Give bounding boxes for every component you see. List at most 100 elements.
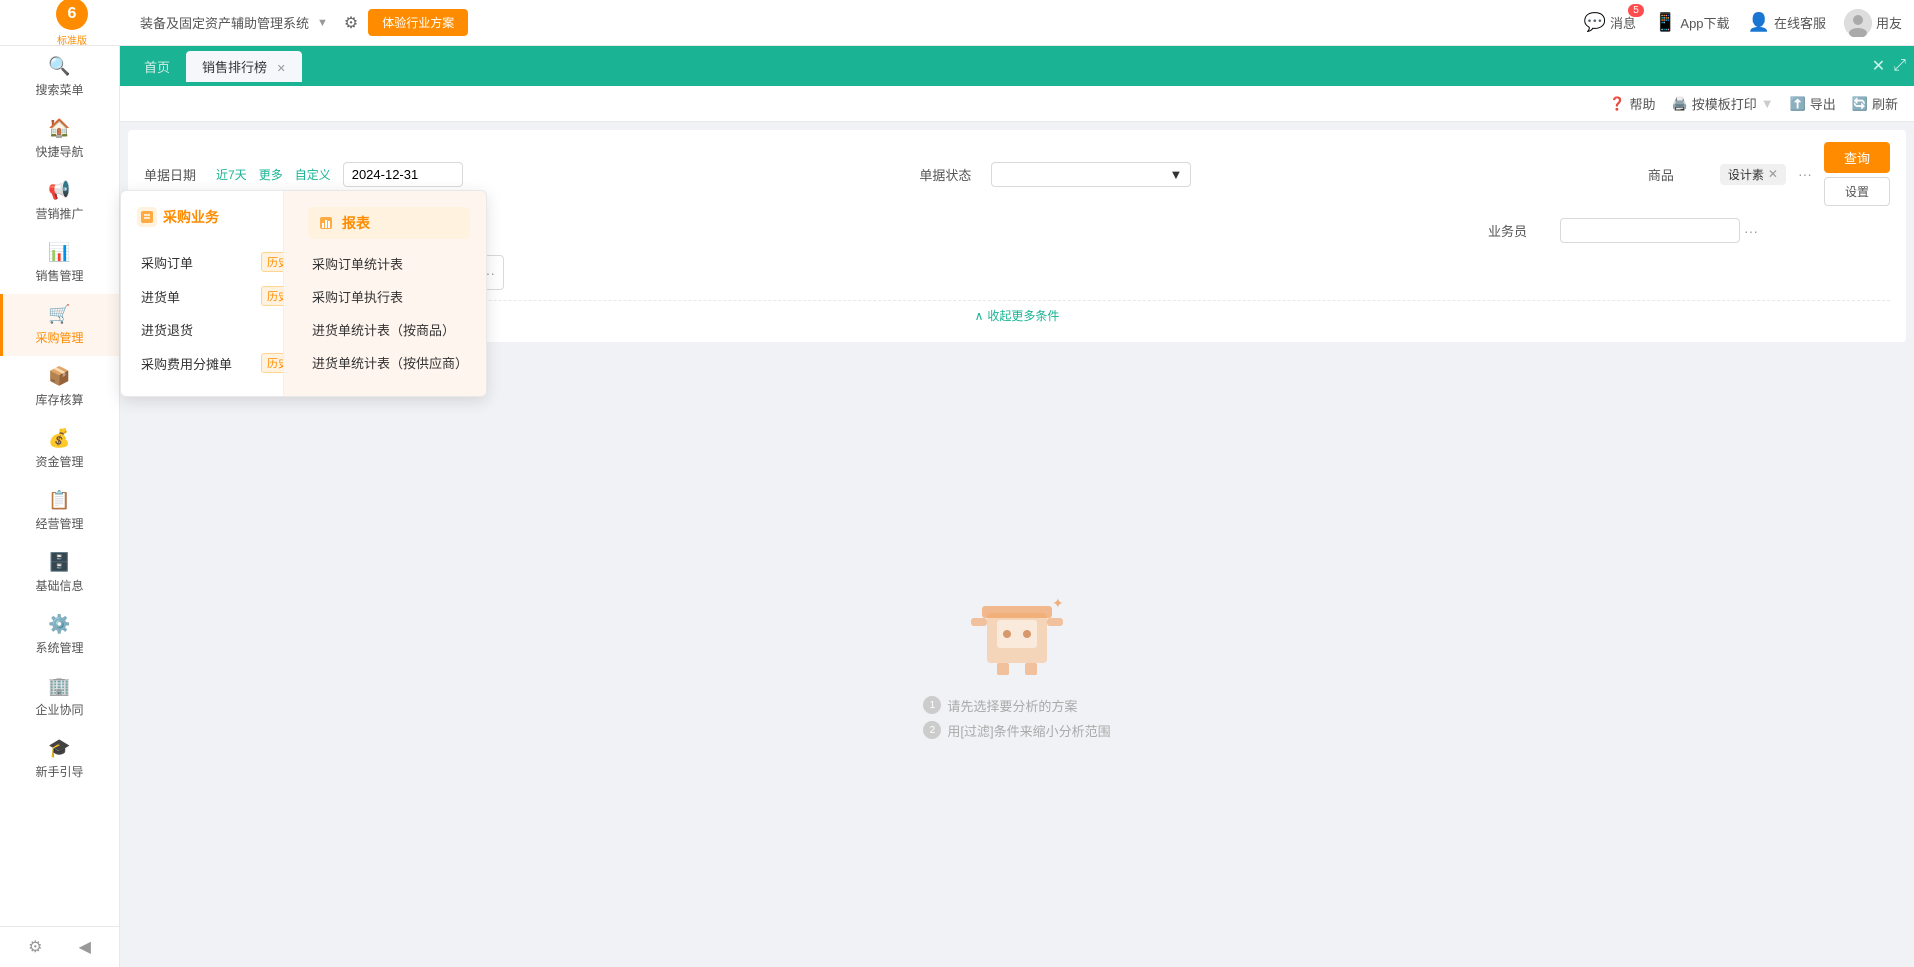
help-icon: ❓: [1609, 96, 1625, 112]
status-select[interactable]: ▼: [991, 162, 1191, 187]
tab-close-btn[interactable]: ✕: [277, 63, 286, 75]
dropdown-purchase-order-stat[interactable]: 采购订单统计表: [308, 247, 470, 280]
purchase-icon: 🛒: [48, 304, 70, 325]
dropdown-inbound-stat-goods[interactable]: 进货单统计表（按商品）: [308, 313, 470, 346]
finance-icon: 💰: [48, 428, 70, 449]
top-header: 6 标准版 装备及固定资产辅助管理系统 ▼ ⚙ 体验行业方案 💬 消息 5 📱 …: [0, 0, 1914, 46]
dropdown-inbound[interactable]: 进货单 历史: [137, 279, 299, 313]
sidebar-item-basic[interactable]: 🗄️ 基础信息: [0, 542, 119, 604]
salesperson-ellipsis-btn[interactable]: ···: [1744, 223, 1758, 239]
newbie-icon: 🎓: [48, 738, 70, 759]
sidebar-label-operations: 经营管理: [35, 515, 83, 532]
help-btn[interactable]: ❓ 帮助: [1609, 94, 1655, 113]
preset-7days[interactable]: 近7天: [216, 166, 247, 183]
sidebar-label-newbie: 新手引导: [35, 763, 83, 780]
goods-ellipsis-btn[interactable]: ···: [1798, 166, 1812, 182]
sidebar-item-system[interactable]: ⚙️ 系统管理: [0, 604, 119, 666]
enterprise-icon: 🏢: [48, 676, 70, 697]
sidebar-label-search: 搜索菜单: [35, 81, 83, 98]
print-dropdown-icon[interactable]: ▼: [1761, 96, 1774, 111]
sidebar: 🔍 搜索菜单 🏠 快捷导航 📢 营销推广 📊 销售管理 🛒 采购管理 📦 库存核…: [0, 46, 120, 967]
export-btn[interactable]: ⬆️ 导出: [1790, 94, 1836, 113]
message-btn[interactable]: 💬 消息 5: [1584, 12, 1636, 33]
report-col-icon: [316, 213, 336, 233]
collapse-btn-label: 收起更多条件: [987, 307, 1059, 324]
preset-custom[interactable]: 自定义: [295, 166, 331, 183]
empty-text: 1 请先选择要分析的方案 2 用[过滤]条件来缩小分析范围: [923, 696, 1110, 740]
export-icon: ⬆️: [1790, 96, 1806, 112]
tab-sales-rank[interactable]: 销售排行榜 ✕: [186, 51, 302, 82]
print-label: 按模板打印: [1692, 94, 1757, 113]
sidebar-settings-btn[interactable]: ⚙: [28, 937, 42, 957]
system-icon: ⚙️: [48, 614, 70, 635]
report-col: 报表 采购订单统计表 采购订单执行表 进货单统计表（按商品） 进货单统计表（按供…: [283, 191, 486, 396]
sidebar-item-navigation[interactable]: 🏠 快捷导航: [0, 108, 119, 170]
sidebar-item-operations[interactable]: 📋 经营管理: [0, 480, 119, 542]
sidebar-label-marketing: 营销推广: [35, 205, 83, 222]
logo-icon: 6: [56, 0, 88, 30]
header-settings-icon[interactable]: ⚙: [344, 13, 358, 33]
sidebar-item-inventory[interactable]: 📦 库存核算: [0, 356, 119, 418]
message-badge: 5: [1628, 4, 1644, 17]
system-title-area: 装备及固定资产辅助管理系统 ▼ ⚙: [140, 13, 358, 33]
tab-bar-right: ✕ ⤢: [1872, 56, 1906, 76]
online-service-btn[interactable]: 👤 在线客服: [1748, 12, 1826, 33]
refresh-btn[interactable]: 🔄 刷新: [1852, 94, 1898, 113]
empty-illustration: ✦: [957, 578, 1077, 678]
dropdown-inbound-return[interactable]: 进货退货: [137, 313, 299, 346]
date-filter-label: 单据日期: [144, 165, 204, 184]
sidebar-collapse-btn[interactable]: ◀: [79, 937, 91, 957]
refresh-label: 刷新: [1872, 94, 1898, 113]
tab-home[interactable]: 首页: [128, 51, 186, 82]
basic-icon: 🗄️: [48, 552, 70, 573]
status-select-arrow: ▼: [1169, 167, 1182, 182]
salesperson-input[interactable]: [1560, 218, 1740, 243]
tab-close-all-icon[interactable]: ✕: [1872, 56, 1885, 76]
system-title: 装备及固定资产辅助管理系统: [140, 13, 309, 32]
print-btn[interactable]: 🖨️ 按模板打印 ▼: [1672, 94, 1774, 113]
app-label: App下载: [1680, 13, 1729, 32]
tab-home-label: 首页: [144, 60, 170, 75]
tab-expand-icon[interactable]: ⤢: [1893, 57, 1906, 75]
preset-more[interactable]: 更多: [259, 166, 283, 183]
sidebar-label-system: 系统管理: [35, 639, 83, 656]
settings-btn[interactable]: 设置: [1824, 177, 1890, 206]
sales-icon: 📊: [48, 242, 70, 263]
sidebar-label-basic: 基础信息: [35, 577, 83, 594]
dropdown-purchase-order-exec[interactable]: 采购订单执行表: [308, 280, 470, 313]
empty-line1: 请先选择要分析的方案: [947, 696, 1077, 715]
purchase-col-title: 采购业务: [163, 207, 219, 227]
system-dropdown-btn[interactable]: ▼: [317, 17, 328, 29]
sidebar-label-enterprise: 企业协同: [35, 701, 83, 718]
purchase-col-icon: [137, 207, 157, 227]
empty-line2: 用[过滤]条件来缩小分析范围: [947, 721, 1110, 740]
sidebar-item-purchase[interactable]: 🛒 采购管理: [0, 294, 119, 356]
sidebar-item-finance[interactable]: 💰 资金管理: [0, 418, 119, 480]
main-layout: 🔍 搜索菜单 🏠 快捷导航 📢 营销推广 📊 销售管理 🛒 采购管理 📦 库存核…: [0, 46, 1914, 967]
sidebar-item-marketing[interactable]: 📢 营销推广: [0, 170, 119, 232]
query-btn[interactable]: 查询: [1824, 142, 1890, 173]
export-label: 导出: [1810, 94, 1836, 113]
content-area: 首页 销售排行榜 ✕ ✕ ⤢ ❓ 帮助 🖨️ 按模板打印 ▼ ⬆️: [120, 46, 1914, 967]
toolbar: ❓ 帮助 🖨️ 按模板打印 ▼ ⬆️ 导出 🔄 刷新: [120, 86, 1914, 122]
date-input[interactable]: [343, 162, 463, 187]
dropdown-purchase-expense[interactable]: 采购费用分摊单 历史: [137, 346, 299, 380]
operations-icon: 📋: [48, 490, 70, 511]
sidebar-label-inventory: 库存核算: [35, 391, 83, 408]
goods-tag-close[interactable]: ✕: [1768, 167, 1778, 181]
sidebar-item-sales[interactable]: 📊 销售管理: [0, 232, 119, 294]
sidebar-item-enterprise[interactable]: 🏢 企业协同: [0, 666, 119, 728]
help-label: 帮助: [1630, 94, 1656, 113]
sidebar-item-newbie[interactable]: 🎓 新手引导: [0, 728, 119, 790]
user-btn[interactable]: 用友: [1844, 9, 1902, 37]
dropdown-inbound-stat-supplier[interactable]: 进货单统计表（按供应商）: [308, 346, 470, 379]
status-filter-label: 单据状态: [919, 165, 979, 184]
dropdown-purchase-order[interactable]: 采购订单 历史: [137, 245, 299, 279]
nav-icon: 🏠: [48, 118, 70, 139]
industry-btn[interactable]: 体验行业方案: [368, 9, 468, 36]
user-avatar: [1844, 9, 1872, 37]
sidebar-item-search[interactable]: 🔍 搜索菜单: [0, 46, 119, 108]
app-download-btn[interactable]: 📱 App下载: [1654, 12, 1730, 33]
tab-bar: 首页 销售排行榜 ✕ ✕ ⤢: [120, 46, 1914, 86]
sidebar-label-purchase: 采购管理: [35, 329, 83, 346]
